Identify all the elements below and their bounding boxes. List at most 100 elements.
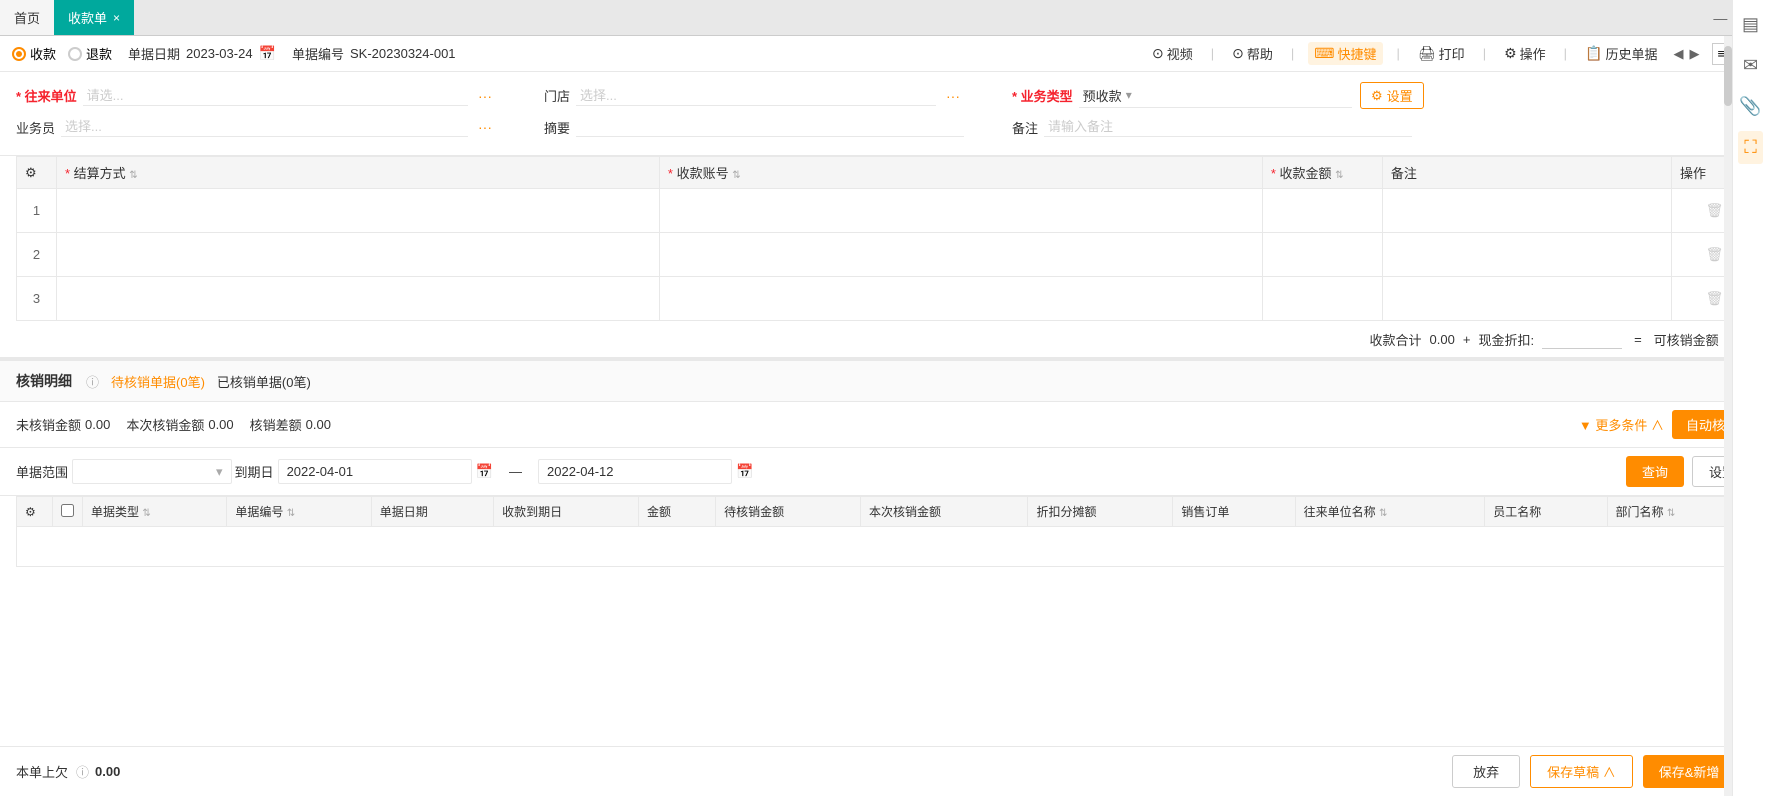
net-label: 可核销金额 — [1654, 330, 1719, 349]
top-action-bar: 收款 退款 单据日期 2023-03-24 📅 单据编号 SK-20230324… — [0, 36, 1768, 72]
detail-table-wrapper: ⚙ 单据类型 ⇅ 单据编号 ⇅ 单据日期 收款到期日 金额 待核销金额 本次核销… — [0, 496, 1768, 567]
remark-cell-3[interactable] — [1382, 277, 1671, 321]
history-label: 历史单据 — [1605, 44, 1657, 63]
summary-input[interactable] — [576, 117, 964, 137]
radio-refund[interactable]: 退款 — [68, 44, 112, 63]
form-row-2: 业务员 ··· 摘要 备注 — [16, 117, 1752, 137]
business-type-select[interactable]: 预收款 — [1079, 84, 1352, 108]
counterparty-label: * 往来单位 — [16, 86, 77, 105]
radio-collection[interactable]: 收款 — [12, 44, 56, 63]
store-more-btn[interactable]: ··· — [942, 88, 964, 104]
due-end-cal-icon[interactable]: 📅 — [736, 463, 753, 480]
amount-cell-1[interactable] — [1262, 189, 1382, 233]
sort-account-icon[interactable]: ⇅ — [732, 170, 740, 181]
due-end-input[interactable] — [538, 459, 732, 484]
print-btn[interactable]: 🖨 打印 — [1414, 42, 1469, 65]
discount-input[interactable] — [1542, 329, 1622, 349]
summary-row: 收款合计 0.00 + 现金折扣: = 可核销金额 0.00 — [0, 321, 1768, 358]
total-value: 0.00 — [1430, 332, 1455, 347]
uncleared-value: 0.00 — [85, 417, 110, 432]
settings-button[interactable]: ⚙ 设置 — [1360, 82, 1424, 109]
delete-row-1-icon[interactable]: 🗑 — [1706, 202, 1724, 218]
settlement-cell-2[interactable] — [57, 233, 660, 277]
video-btn[interactable]: ⊙ 视频 — [1148, 42, 1197, 65]
detail-th-current: 本次核销金额 — [861, 497, 1028, 527]
counterparty-more-btn[interactable]: ··· — [474, 88, 496, 104]
nav-next-icon[interactable]: ▶ — [1688, 44, 1702, 64]
staff-more-btn[interactable]: ··· — [474, 119, 496, 135]
th-amount: * 收款金额 ⇅ — [1262, 157, 1382, 189]
help-btn[interactable]: ⊙ 帮助 — [1228, 42, 1277, 65]
detail-th-settings[interactable]: ⚙ — [17, 497, 53, 527]
store-input[interactable] — [576, 86, 936, 106]
account-cell-1[interactable] — [659, 189, 1262, 233]
th-settlement: * 结算方式 ⇅ — [57, 157, 660, 189]
writeoff-info-icon[interactable]: ⓘ — [86, 372, 99, 391]
settings-label: 设置 — [1387, 86, 1413, 105]
bottom-info-icon[interactable]: ⓘ — [76, 762, 89, 781]
remark-cell-2[interactable] — [1382, 233, 1671, 277]
due-date-end-field: 📅 — [538, 459, 753, 484]
tab-close-icon[interactable]: × — [113, 11, 120, 25]
sidebar-email-icon[interactable]: ✉ — [1737, 49, 1764, 82]
bottom-bar: 本单上欠 ⓘ 0.00 放弃 保存草稿 ∧ 保存&新增 ∧ — [0, 746, 1768, 796]
store-field: 门店 ··· — [544, 86, 964, 106]
summary-label: 摘要 — [544, 118, 570, 137]
scrollbar-thumb[interactable] — [1724, 46, 1732, 106]
date-range-bar: 单据范围 ▾ 到期日 📅 — 📅 查询 设置 — [0, 448, 1768, 496]
save-draft-button[interactable]: 保存草稿 ∧ — [1530, 755, 1633, 788]
range-select-wrapper: 单据范围 ▾ — [16, 459, 223, 484]
abandon-button[interactable]: 放弃 — [1452, 755, 1520, 788]
date-field-group: 单据日期 2023-03-24 📅 — [128, 44, 276, 63]
delete-row-3-icon[interactable]: 🗑 — [1706, 290, 1724, 306]
more-conditions-btn[interactable]: ▼ 更多条件 ∧ — [1579, 415, 1664, 434]
amount-cell-3[interactable] — [1262, 277, 1382, 321]
query-button[interactable]: 查询 — [1626, 456, 1684, 487]
remarks-input[interactable] — [1044, 117, 1412, 137]
th-account: * 收款账号 ⇅ — [659, 157, 1262, 189]
sort-amount-icon[interactable]: ⇅ — [1335, 170, 1343, 181]
completed-tab[interactable]: 已核销单据(0笔) — [217, 372, 311, 391]
counterparty-input[interactable] — [83, 86, 468, 106]
account-cell-2[interactable] — [659, 233, 1262, 277]
current-value: 0.00 — [208, 417, 233, 432]
delete-row-2-icon[interactable]: 🗑 — [1706, 246, 1724, 262]
detail-select-all-checkbox[interactable] — [61, 504, 74, 517]
staff-input[interactable] — [61, 117, 468, 137]
help-label: 帮助 — [1247, 44, 1273, 63]
history-btn[interactable]: 📋 历史单据 — [1581, 42, 1661, 65]
right-sidebar: ▤ ✉ 📎 ⛶ — [1732, 0, 1768, 796]
detail-th-checkbox — [53, 497, 83, 527]
sidebar-attach-icon[interactable]: 📎 — [1733, 90, 1767, 123]
settlement-cell-1[interactable] — [57, 189, 660, 233]
sidebar-table-icon[interactable]: ▤ — [1736, 8, 1765, 41]
range-select[interactable] — [72, 459, 232, 484]
detail-th-sales: 销售订单 — [1173, 497, 1295, 527]
account-cell-3[interactable] — [659, 277, 1262, 321]
th-settings[interactable]: ⚙ — [17, 157, 57, 189]
sidebar-expand-icon[interactable]: ⛶ — [1738, 131, 1763, 164]
detail-th-discount: 折扣分摊额 — [1028, 497, 1173, 527]
tab-home[interactable]: 首页 — [0, 0, 54, 35]
due-start-cal-icon[interactable]: 📅 — [476, 463, 493, 480]
print-label: 打印 — [1439, 44, 1465, 63]
nav-prev-icon[interactable]: ◀ — [1672, 44, 1686, 64]
pending-tab[interactable]: 待核销单据(0笔) — [111, 372, 205, 391]
scrollbar-track — [1724, 36, 1732, 796]
shortcut-btn[interactable]: ⌨ 快捷键 — [1308, 42, 1382, 65]
bottom-info: 本单上欠 ⓘ 0.00 — [16, 762, 120, 781]
operation-btn[interactable]: ⚙ 操作 — [1500, 42, 1550, 65]
date-icon[interactable]: 📅 — [259, 45, 276, 62]
total-label: 收款合计 — [1370, 330, 1422, 349]
settlement-cell-3[interactable] — [57, 277, 660, 321]
top-bar-actions: ⊙ 视频 | ⊙ 帮助 | ⌨ 快捷键 | 🖨 打印 | ⚙ 操作 — [1148, 42, 1756, 65]
amount-cell-2[interactable] — [1262, 233, 1382, 277]
minimize-icon[interactable]: — — [1713, 10, 1727, 26]
tab-bar: 首页 收款单 × — □ × — [0, 0, 1768, 36]
collection-table: ⚙ * 结算方式 ⇅ * 收款账号 ⇅ * 收款金额 ⇅ 备注 — [16, 156, 1752, 321]
due-start-input[interactable] — [278, 459, 472, 484]
shortcut-icon: ⌨ — [1314, 45, 1334, 62]
remark-cell-1[interactable] — [1382, 189, 1671, 233]
sort-settlement-icon[interactable]: ⇅ — [129, 170, 137, 181]
tab-collection[interactable]: 收款单 × — [54, 0, 134, 35]
